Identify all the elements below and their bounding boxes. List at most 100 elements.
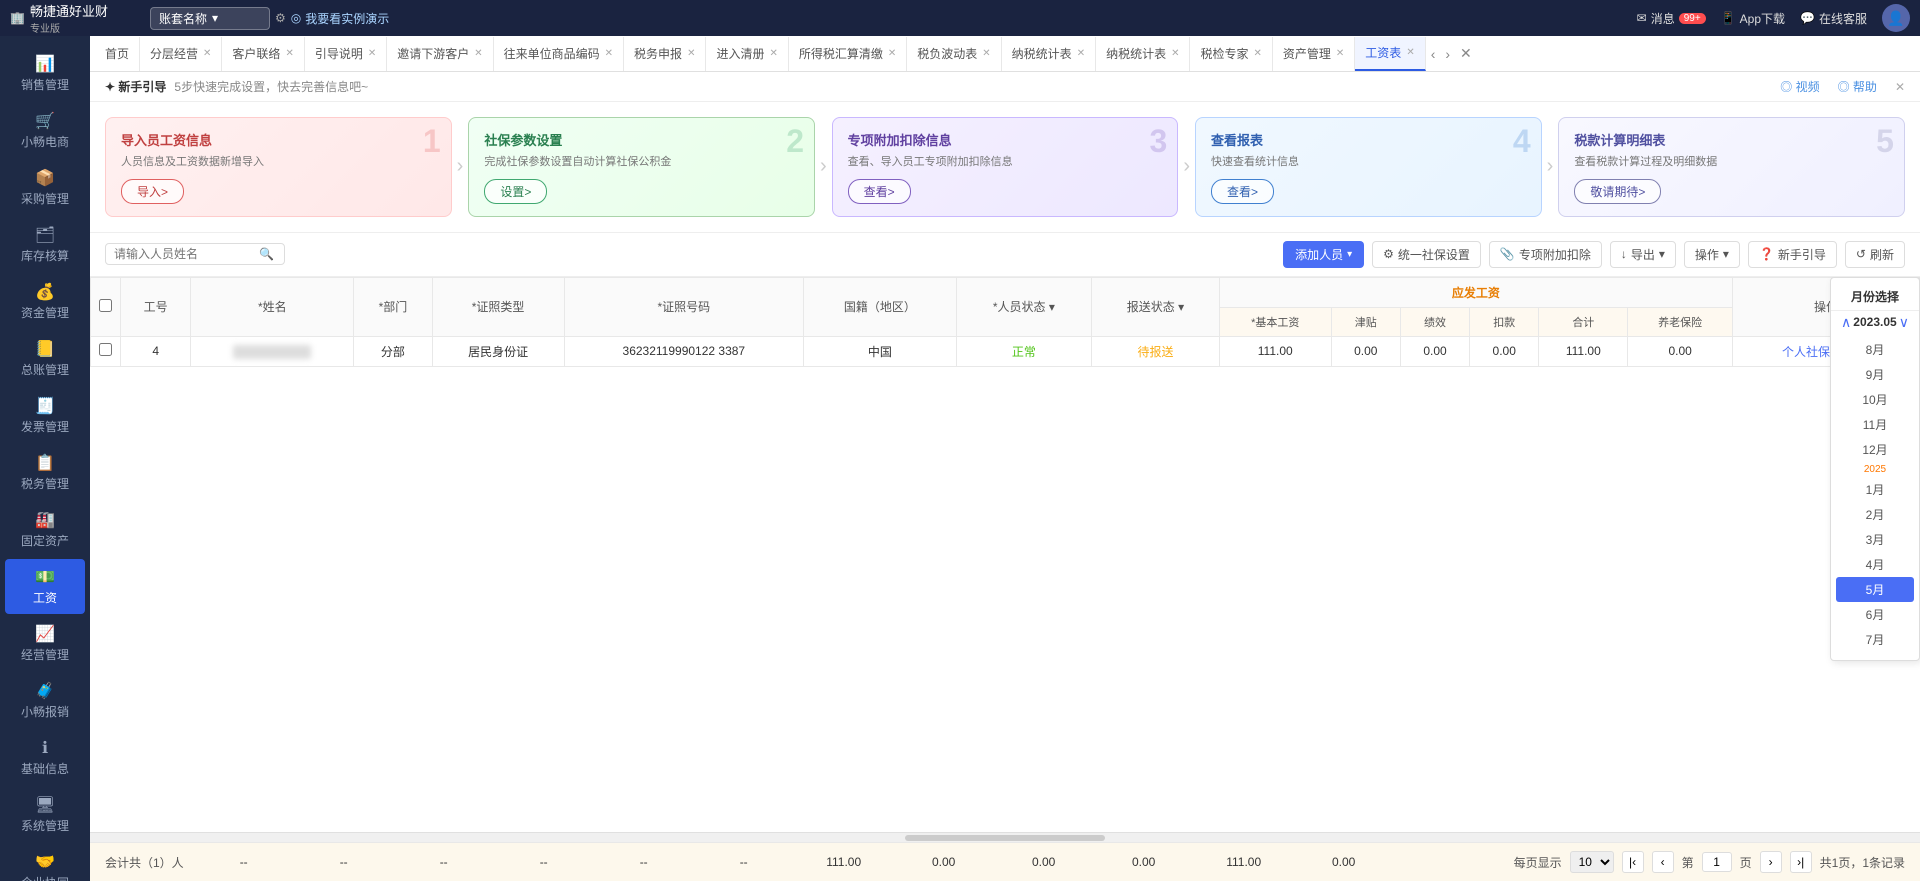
video-link[interactable]: ◎ 视频 — [1780, 78, 1819, 95]
tab-prev-btn[interactable]: ‹ — [1426, 46, 1441, 62]
sidebar-item-inventory[interactable]: 🗂 库存核算 — [5, 217, 85, 272]
search-input[interactable] — [114, 247, 254, 261]
month-item-7[interactable]: 7月 — [1831, 627, 1919, 652]
settings-icon[interactable]: ⚙ — [275, 11, 286, 25]
tab-home[interactable]: 首页 — [95, 37, 140, 71]
add-employee-btn[interactable]: 添加人员 ▾ — [1283, 241, 1364, 268]
sidebar-item-collab[interactable]: 🤝 企业协同 — [5, 844, 85, 881]
tab-next-btn[interactable]: › — [1440, 46, 1455, 62]
month-up-btn[interactable]: ∧ — [1839, 314, 1853, 331]
tab-invite[interactable]: 邀请下游客户 ✕ — [387, 37, 493, 71]
page-input[interactable] — [1702, 852, 1732, 872]
sidebar-item-basic-info[interactable]: ℹ 基础信息 — [5, 730, 85, 785]
close-icon[interactable]: ✕ — [769, 48, 777, 59]
close-icon[interactable]: ✕ — [1171, 48, 1179, 59]
refresh-btn[interactable]: ↺ 刷新 — [1845, 241, 1905, 268]
month-item-10[interactable]: 10月 — [1831, 387, 1919, 412]
tab-tax-stats2[interactable]: 纳税统计表 ✕ — [1096, 37, 1190, 71]
sidebar-item-fixed-assets[interactable]: 🏭 固定资产 — [5, 502, 85, 557]
close-icon[interactable]: ✕ — [1254, 48, 1262, 59]
social-security-setting-btn[interactable]: ⚙ 统一社保设置 — [1372, 241, 1481, 268]
month-item-3[interactable]: 3月 — [1831, 527, 1919, 552]
next-page-btn[interactable]: › — [1760, 851, 1782, 873]
select-all-checkbox[interactable] — [99, 299, 112, 312]
header-search-area: 账套名称 ▾ ⚙ ◎ 我要看实例演示 — [150, 7, 1637, 30]
last-page-btn[interactable]: ›| — [1790, 851, 1812, 873]
close-wizard-btn[interactable]: ✕ — [1895, 80, 1905, 94]
online-service-btn[interactable]: 💬 在线客服 — [1800, 10, 1867, 27]
step-btn-1[interactable]: 导入> — [121, 179, 184, 204]
close-icon[interactable]: ✕ — [285, 48, 293, 59]
tab-tax-stats[interactable]: 纳税统计表 ✕ — [1002, 37, 1096, 71]
close-active-icon[interactable]: ✕ — [1406, 47, 1414, 58]
account-selector[interactable]: 账套名称 ▾ — [150, 7, 270, 30]
month-item-5-active[interactable]: 5月 — [1836, 577, 1914, 602]
tab-tax-burden[interactable]: 税负波动表 ✕ — [907, 37, 1001, 71]
demo-link[interactable]: ◎ 我要看实例演示 — [291, 10, 390, 27]
tab-clear[interactable]: 进入清册 ✕ — [706, 37, 788, 71]
sidebar-item-ledger[interactable]: 📒 总账管理 — [5, 331, 85, 386]
tab-assets[interactable]: 资产管理 ✕ — [1273, 37, 1355, 71]
search-icon[interactable]: 🔍 — [259, 247, 274, 261]
tab-income-tax[interactable]: 所得税汇算清缴 ✕ — [789, 37, 907, 71]
message-btn[interactable]: ✉ 消息 99+ — [1637, 10, 1706, 27]
tab-tax-expert[interactable]: 税检专家 ✕ — [1190, 37, 1272, 71]
close-icon[interactable]: ✕ — [605, 48, 613, 59]
tab-guide-intro[interactable]: 引导说明 ✕ — [305, 37, 387, 71]
month-item-4[interactable]: 4月 — [1831, 552, 1919, 577]
tab-layered-mgmt[interactable]: 分层经营 ✕ — [140, 37, 222, 71]
month-item-2[interactable]: 2月 — [1831, 502, 1919, 527]
sidebar-item-management[interactable]: 📈 经营管理 — [5, 616, 85, 671]
close-icon[interactable]: ✕ — [982, 48, 990, 59]
row-checkbox[interactable] — [99, 343, 112, 356]
th-sendStatus[interactable]: 报送状态 ▾ — [1092, 277, 1220, 336]
special-deduction-btn[interactable]: 📎 专项附加扣除 — [1489, 241, 1602, 268]
th-status[interactable]: *人员状态 ▾ — [956, 277, 1092, 336]
step-btn-4[interactable]: 查看> — [1211, 179, 1274, 204]
month-item-1[interactable]: 1月 — [1831, 477, 1919, 502]
close-icon[interactable]: ✕ — [1336, 48, 1344, 59]
newbie-guide-btn[interactable]: ❓ 新手引导 — [1748, 241, 1837, 268]
month-down-btn[interactable]: ∨ — [1897, 314, 1911, 331]
close-icon[interactable]: ✕ — [687, 48, 695, 59]
close-icon[interactable]: ✕ — [888, 48, 896, 59]
user-avatar[interactable]: 👤 — [1882, 4, 1910, 32]
month-item-11[interactable]: 11月 — [1831, 412, 1919, 437]
help-link[interactable]: ◎ 帮助 — [1838, 78, 1877, 95]
sidebar-item-invoice[interactable]: 🧾 发票管理 — [5, 388, 85, 443]
sidebar-item-salary[interactable]: 💵 工资 — [5, 559, 85, 614]
sidebar-item-expense[interactable]: 🧳 小畅报销 — [5, 673, 85, 728]
step-btn-5[interactable]: 敬请期待> — [1574, 179, 1661, 204]
first-page-btn[interactable]: |‹ — [1622, 851, 1644, 873]
app-download-btn[interactable]: 📱 App下载 — [1721, 10, 1785, 27]
sidebar-item-purchase[interactable]: 📦 采购管理 — [5, 160, 85, 215]
month-item-6[interactable]: 6月 — [1831, 602, 1919, 627]
sidebar-item-ecommerce[interactable]: 🛒 小畅电商 — [5, 103, 85, 158]
month-item-9[interactable]: 9月 — [1831, 362, 1919, 387]
tab-salary-table[interactable]: 工资表 ✕ — [1355, 37, 1425, 71]
sidebar-item-tax[interactable]: 📋 税务管理 — [5, 445, 85, 500]
sidebar-item-system[interactable]: 🖥 系统管理 — [5, 787, 85, 842]
sidebar-item-finance[interactable]: 💰 资金管理 — [5, 274, 85, 329]
prev-page-btn[interactable]: ‹ — [1652, 851, 1674, 873]
step-btn-3[interactable]: 查看> — [848, 179, 911, 204]
close-icon[interactable]: ✕ — [368, 48, 376, 59]
select-all-header — [91, 277, 121, 336]
horizontal-scrollbar[interactable] — [90, 832, 1920, 842]
sidebar-item-sales[interactable]: 📊 销售管理 — [5, 46, 85, 101]
step-btn-2[interactable]: 设置> — [484, 179, 547, 204]
personal-social-link[interactable]: 个人社保 — [1782, 345, 1830, 359]
close-icon[interactable]: ✕ — [1077, 48, 1085, 59]
month-item-8[interactable]: 8月 — [1831, 337, 1919, 362]
close-icon[interactable]: ✕ — [203, 48, 211, 59]
export-btn[interactable]: ↓ 导出 ▾ — [1610, 241, 1676, 268]
tab-tax-report[interactable]: 税务申报 ✕ — [624, 37, 706, 71]
tab-product-code[interactable]: 往来单位商品编码 ✕ — [494, 37, 624, 71]
operation-btn[interactable]: 操作 ▾ — [1684, 241, 1740, 268]
tab-close-all-btn[interactable]: ✕ — [1455, 45, 1477, 62]
page-size-select[interactable]: 10 20 50 — [1570, 851, 1614, 873]
close-icon[interactable]: ✕ — [474, 48, 482, 59]
tab-customer[interactable]: 客户联络 ✕ — [222, 37, 304, 71]
month-item-12[interactable]: 12月 — [1831, 437, 1919, 462]
footer-dash-2: -- — [304, 855, 384, 869]
